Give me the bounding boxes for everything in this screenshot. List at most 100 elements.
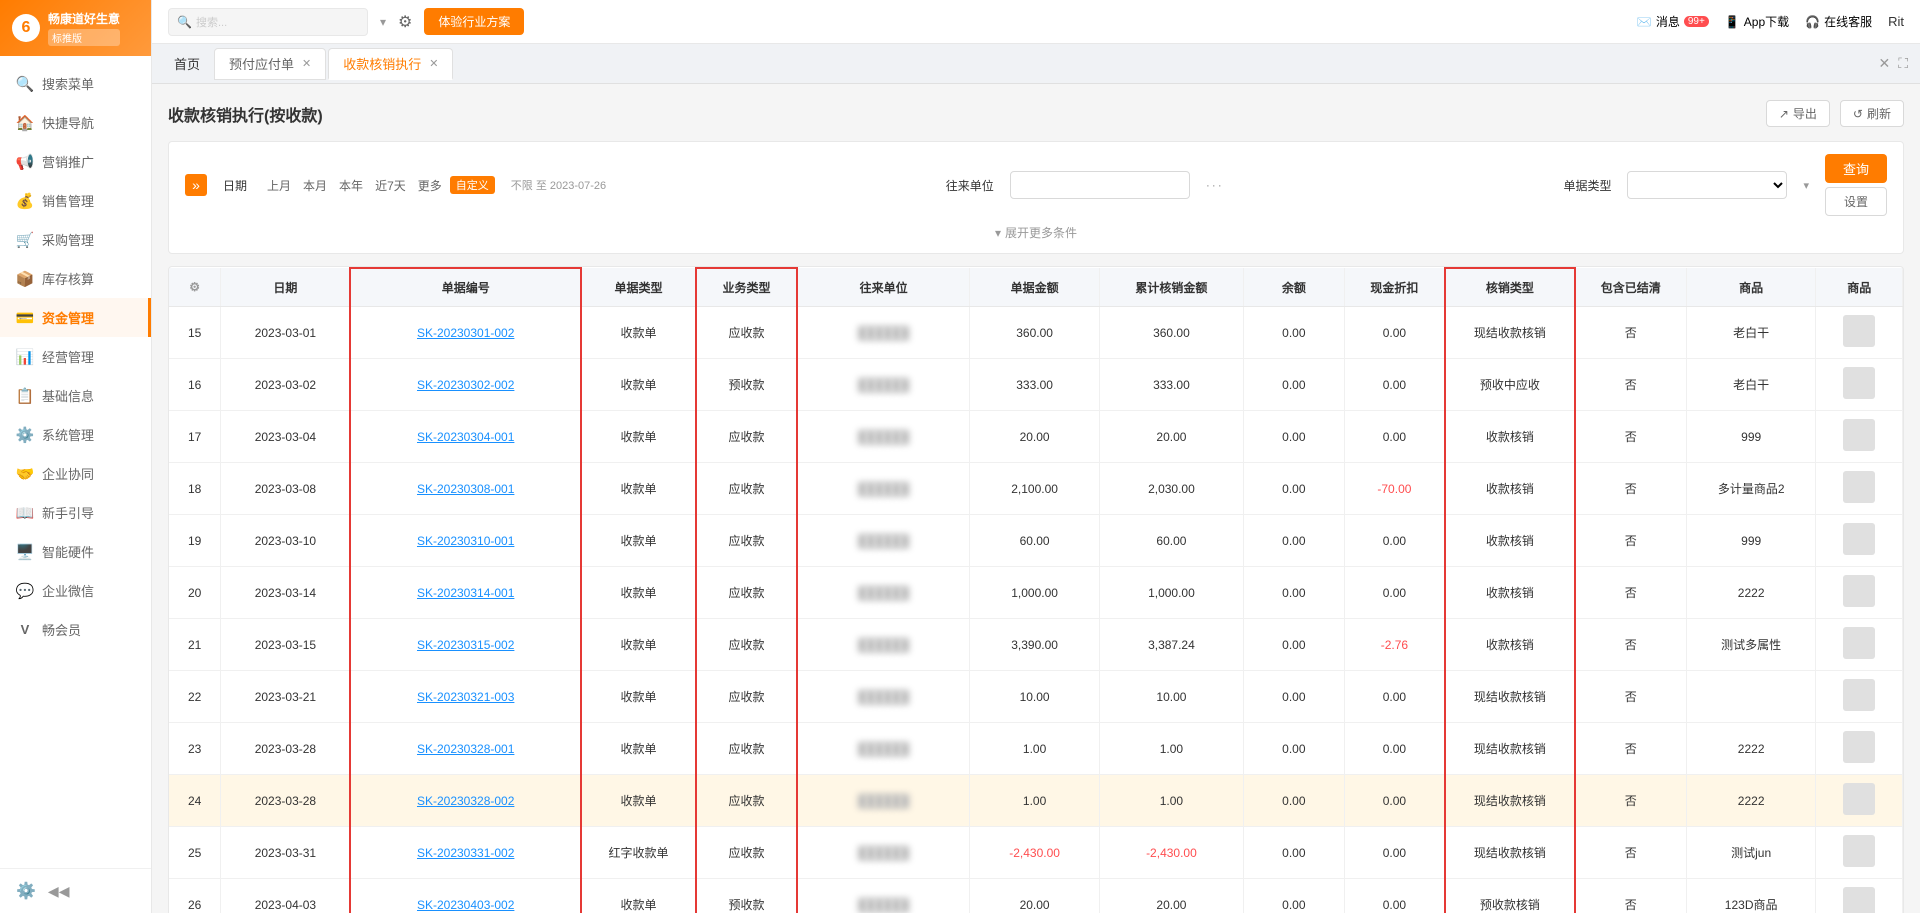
td-date: 2023-03-10 xyxy=(221,515,351,567)
sidebar-item-basic[interactable]: 📋 基础信息 xyxy=(0,376,151,415)
filter-expand-button[interactable]: » xyxy=(185,174,207,196)
docno-link[interactable]: SK-20230403-002 xyxy=(417,898,514,912)
td-docno[interactable]: SK-20230310-001 xyxy=(350,515,580,567)
td-docno[interactable]: SK-20230301-002 xyxy=(350,307,580,359)
date-7days-btn[interactable]: 近7天 xyxy=(371,175,410,196)
tab-prepay-close-icon[interactable]: ✕ xyxy=(302,57,311,70)
td-cumamount: 10.00 xyxy=(1099,671,1243,723)
date-this-year-btn[interactable]: 本年 xyxy=(335,175,367,196)
docno-link[interactable]: SK-20230308-001 xyxy=(417,482,514,496)
td-seq: 18 xyxy=(169,463,221,515)
sidebar-logo: 6 畅康道好生意 标推版 xyxy=(0,0,151,56)
td-incl: 否 xyxy=(1575,359,1687,411)
doctype-filter-select[interactable] xyxy=(1627,171,1787,199)
refresh-button[interactable]: ↺ 刷新 xyxy=(1840,100,1904,127)
export-button[interactable]: ↗ 导出 xyxy=(1766,100,1830,127)
goods-thumbnail xyxy=(1843,471,1875,503)
td-docno[interactable]: SK-20230315-002 xyxy=(350,619,580,671)
docno-link[interactable]: SK-20230301-002 xyxy=(417,326,514,340)
sidebar-item-operation[interactable]: 📊 经营管理 xyxy=(0,337,151,376)
tab-writeback-close-icon[interactable]: ✕ xyxy=(429,57,438,70)
sidebar-item-sales[interactable]: 💰 销售管理 xyxy=(0,181,151,220)
col-settings-icon[interactable]: ⚙ xyxy=(189,280,200,294)
close-window-icon[interactable]: ✕ xyxy=(1878,55,1890,72)
collapse-icon[interactable]: ◀◀ xyxy=(48,883,70,900)
tab-writeback[interactable]: 收款核销执行 ✕ xyxy=(328,48,453,80)
export-icon: ↗ xyxy=(1779,107,1789,121)
blurred-partner: ██████ xyxy=(858,846,909,860)
table-header-row: ⚙ 日期 单据编号 单据类型 业务类型 往来单位 单据金额 累计核销金额 余额 … xyxy=(169,268,1903,307)
td-incl: 否 xyxy=(1575,463,1687,515)
td-incl: 否 xyxy=(1575,307,1687,359)
dropdown-arrow[interactable]: ▾ xyxy=(380,15,386,29)
td-goods2 xyxy=(1816,359,1903,411)
sidebar-item-marketing[interactable]: 📢 营销推广 xyxy=(0,142,151,181)
online-service-item[interactable]: 🎧 在线客服 xyxy=(1805,13,1872,30)
td-docno[interactable]: SK-20230314-001 xyxy=(350,567,580,619)
filter-settings-button[interactable]: 设置 xyxy=(1825,187,1887,216)
table-row: 262023-04-03SK-20230403-002收款单预收款██████2… xyxy=(169,879,1903,913)
date-custom-btn[interactable]: 自定义 xyxy=(450,176,495,194)
sidebar-item-wechat[interactable]: 💬 企业微信 xyxy=(0,571,151,610)
td-amount: -2,430.00 xyxy=(970,827,1100,879)
docno-link[interactable]: SK-20230331-002 xyxy=(417,846,514,860)
td-docno[interactable]: SK-20230328-002 xyxy=(350,775,580,827)
docno-link[interactable]: SK-20230304-001 xyxy=(417,430,514,444)
td-incl: 否 xyxy=(1575,515,1687,567)
td-docno[interactable]: SK-20230321-003 xyxy=(350,671,580,723)
td-doctype: 收款单 xyxy=(581,411,696,463)
td-balance: 0.00 xyxy=(1243,463,1344,515)
settings-icon[interactable]: ⚙️ xyxy=(16,881,36,901)
message-item[interactable]: ✉️ 消息 99+ xyxy=(1637,13,1709,30)
td-docno[interactable]: SK-20230328-001 xyxy=(350,723,580,775)
td-amount: 60.00 xyxy=(970,515,1100,567)
tab-prepay[interactable]: 预付应付单 ✕ xyxy=(214,48,326,80)
sidebar-item-collab[interactable]: 🤝 企业协同 xyxy=(0,454,151,493)
td-docno[interactable]: SK-20230304-001 xyxy=(350,411,580,463)
docno-link[interactable]: SK-20230314-001 xyxy=(417,586,514,600)
docno-link[interactable]: SK-20230328-002 xyxy=(417,794,514,808)
td-writetype: 收款核销 xyxy=(1445,411,1575,463)
td-docno[interactable]: SK-20230403-002 xyxy=(350,879,580,913)
partner-filter-input[interactable] xyxy=(1010,171,1190,199)
td-docno[interactable]: SK-20230302-002 xyxy=(350,359,580,411)
sidebar-item-member[interactable]: V 畅会员 xyxy=(0,610,151,649)
date-this-month-btn[interactable]: 本月 xyxy=(299,175,331,196)
date-last-month-btn[interactable]: 上月 xyxy=(263,175,295,196)
expand-more-link[interactable]: ▾ 展开更多条件 xyxy=(995,224,1077,241)
docno-link[interactable]: SK-20230302-002 xyxy=(417,378,514,392)
app-download-item[interactable]: 📱 App下载 xyxy=(1725,13,1789,30)
sidebar-item-purchase[interactable]: 🛒 采购管理 xyxy=(0,220,151,259)
docno-link[interactable]: SK-20230310-001 xyxy=(417,534,514,548)
docno-link[interactable]: SK-20230321-003 xyxy=(417,690,514,704)
td-biztype: 预收款 xyxy=(696,879,797,913)
goods-thumbnail xyxy=(1843,731,1875,763)
docno-link[interactable]: SK-20230328-001 xyxy=(417,742,514,756)
sidebar-item-system[interactable]: ⚙️ 系统管理 xyxy=(0,415,151,454)
settings-gear-icon[interactable]: ⚙ xyxy=(398,12,412,32)
td-goods2 xyxy=(1816,775,1903,827)
td-goods: 999 xyxy=(1686,411,1816,463)
td-doctype: 收款单 xyxy=(581,879,696,913)
sidebar-item-label: 畅会员 xyxy=(42,620,81,639)
query-button[interactable]: 查询 xyxy=(1825,154,1887,183)
docno-link[interactable]: SK-20230315-002 xyxy=(417,638,514,652)
sidebar-item-finance[interactable]: 💳 资金管理 xyxy=(0,298,151,337)
td-docno[interactable]: SK-20230308-001 xyxy=(350,463,580,515)
sidebar-item-search[interactable]: 🔍 搜索菜单 xyxy=(0,64,151,103)
message-badge: 99+ xyxy=(1684,16,1709,27)
industry-solution-button[interactable]: 体验行业方案 xyxy=(424,8,524,35)
sidebar-item-label: 企业微信 xyxy=(42,581,94,600)
user-name-item[interactable]: Rit xyxy=(1888,14,1904,29)
sidebar-item-inventory[interactable]: 📦 库存核算 xyxy=(0,259,151,298)
tab-home[interactable]: 首页 xyxy=(160,54,214,73)
td-docno[interactable]: SK-20230331-002 xyxy=(350,827,580,879)
maximize-icon[interactable]: ⛶ xyxy=(1898,55,1908,72)
date-more-btn[interactable]: 更多 xyxy=(414,175,446,196)
sidebar-item-hardware[interactable]: 🖥️ 智能硬件 xyxy=(0,532,151,571)
td-writetype: 收款核销 xyxy=(1445,567,1575,619)
td-discount: 0.00 xyxy=(1344,879,1445,913)
topbar-search-box: 🔍 搜索... xyxy=(168,8,368,36)
sidebar-item-quicknav[interactable]: 🏠 快捷导航 xyxy=(0,103,151,142)
sidebar-item-guide[interactable]: 📖 新手引导 xyxy=(0,493,151,532)
